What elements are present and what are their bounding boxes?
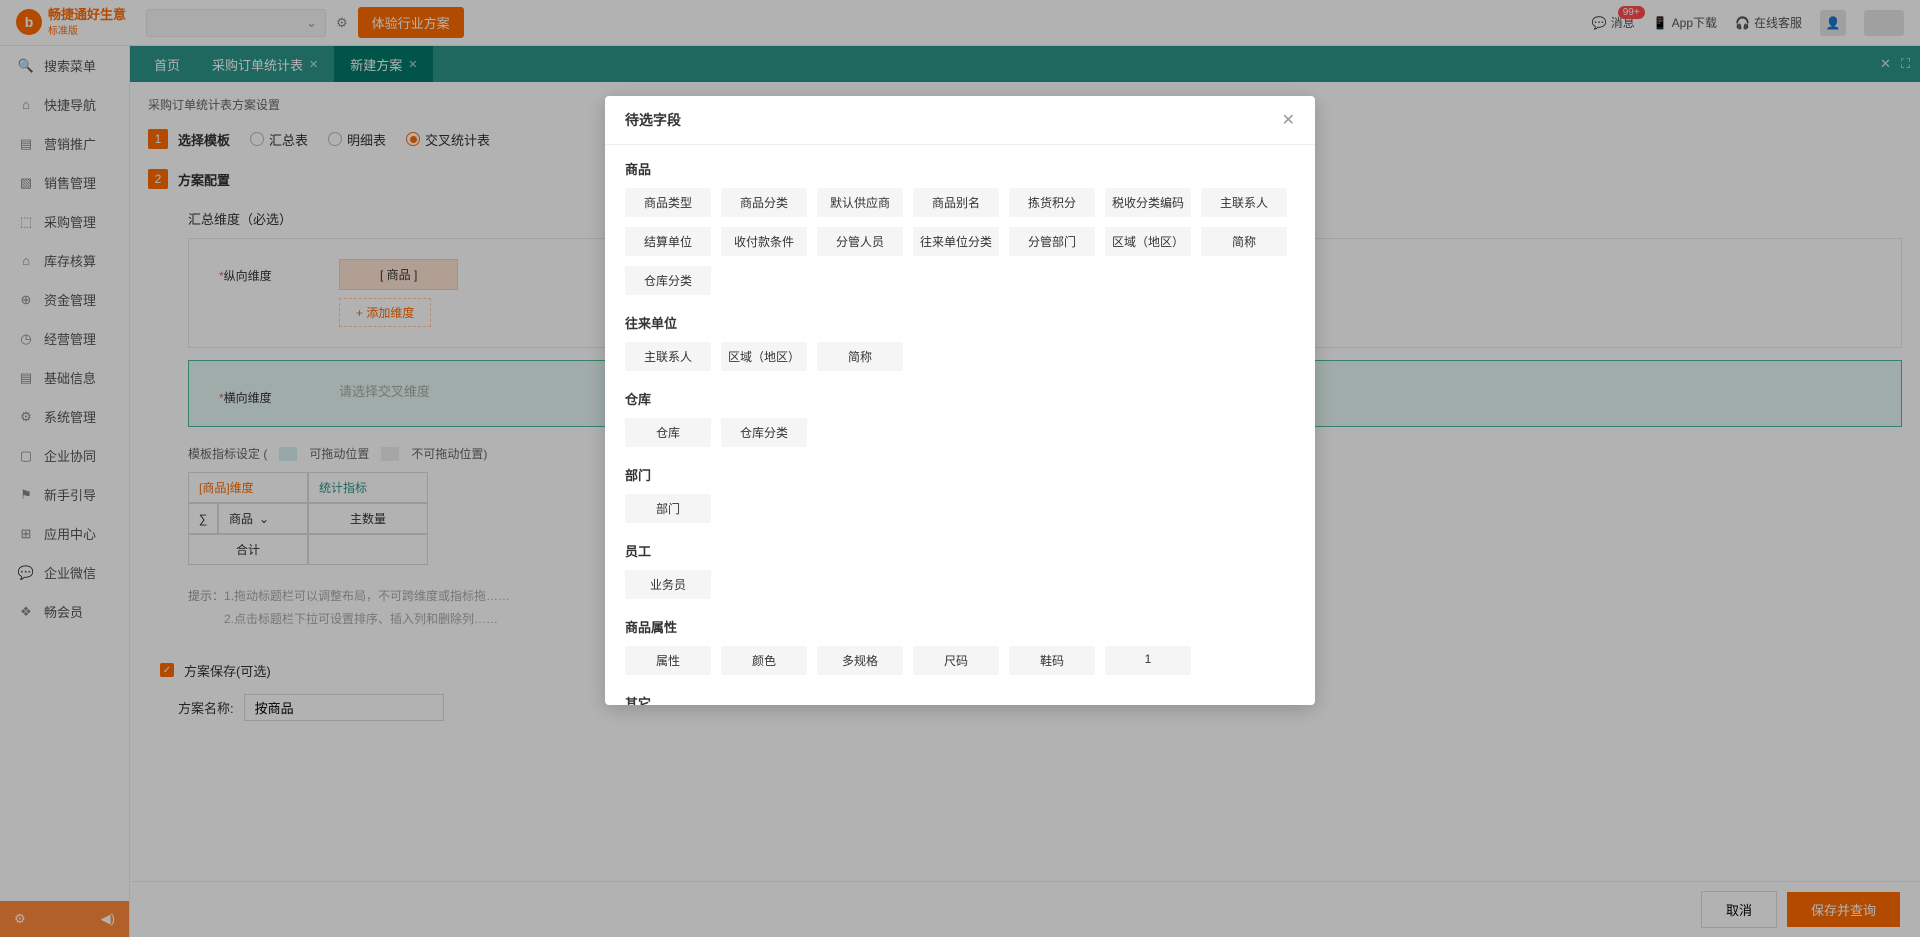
field-chip[interactable]: 仓库 <box>625 418 711 447</box>
field-chip[interactable]: 区域（地区） <box>721 342 807 371</box>
field-select-modal: 待选字段 ✕ 商品商品类型商品分类默认供应商商品别名拣货积分税收分类编码主联系人… <box>605 96 1315 705</box>
field-group: 仓库仓库仓库分类 <box>625 389 1295 447</box>
field-chip[interactable]: 商品类型 <box>625 188 711 217</box>
field-chip[interactable]: 尺码 <box>913 646 999 675</box>
field-chip[interactable]: 往来单位分类 <box>913 227 999 256</box>
field-chip[interactable]: 分管部门 <box>1009 227 1095 256</box>
field-group-title: 部门 <box>625 465 1295 484</box>
field-chip[interactable]: 商品分类 <box>721 188 807 217</box>
field-chip[interactable]: 主联系人 <box>625 342 711 371</box>
field-group: 往来单位主联系人区域（地区） 简称 <box>625 313 1295 371</box>
field-chip[interactable]: 简称 <box>817 342 903 371</box>
field-group: 商品商品类型商品分类默认供应商商品别名拣货积分税收分类编码主联系人结算单位收付款… <box>625 159 1295 295</box>
field-chip[interactable]: 仓库分类 <box>721 418 807 447</box>
field-chip[interactable]: 属性 <box>625 646 711 675</box>
field-chip[interactable]: 颜色 <box>721 646 807 675</box>
field-chip[interactable]: 仓库分类 <box>625 266 711 295</box>
close-icon[interactable]: ✕ <box>1282 110 1295 130</box>
field-chip[interactable]: 收付款条件 <box>721 227 807 256</box>
field-chip[interactable]: 部门 <box>625 494 711 523</box>
field-chip[interactable]: 多规格 <box>817 646 903 675</box>
field-group-title: 仓库 <box>625 389 1295 408</box>
field-group-title: 往来单位 <box>625 313 1295 332</box>
field-chip[interactable]: 业务员 <box>625 570 711 599</box>
field-group-title: 商品 <box>625 159 1295 178</box>
field-chip[interactable]: 税收分类编码 <box>1105 188 1191 217</box>
field-chip[interactable]: 商品别名 <box>913 188 999 217</box>
field-chip[interactable]: 1 <box>1105 646 1191 675</box>
field-chip[interactable]: 区域（地区） <box>1105 227 1191 256</box>
field-group: 员工业务员 <box>625 541 1295 599</box>
field-group: 其它单据日期项目 <box>625 693 1295 705</box>
field-group: 商品属性属性颜色多规格尺码鞋码 1 <box>625 617 1295 675</box>
field-group: 部门部门 <box>625 465 1295 523</box>
field-group-title: 其它 <box>625 693 1295 705</box>
field-chip[interactable]: 鞋码 <box>1009 646 1095 675</box>
field-chip[interactable]: 分管人员 <box>817 227 903 256</box>
field-chip[interactable]: 简称 <box>1201 227 1287 256</box>
field-group-title: 员工 <box>625 541 1295 560</box>
field-chip[interactable]: 主联系人 <box>1201 188 1287 217</box>
field-chip[interactable]: 默认供应商 <box>817 188 903 217</box>
field-group-title: 商品属性 <box>625 617 1295 636</box>
modal-title: 待选字段 <box>625 110 681 130</box>
field-chip[interactable]: 结算单位 <box>625 227 711 256</box>
field-chip[interactable]: 拣货积分 <box>1009 188 1095 217</box>
